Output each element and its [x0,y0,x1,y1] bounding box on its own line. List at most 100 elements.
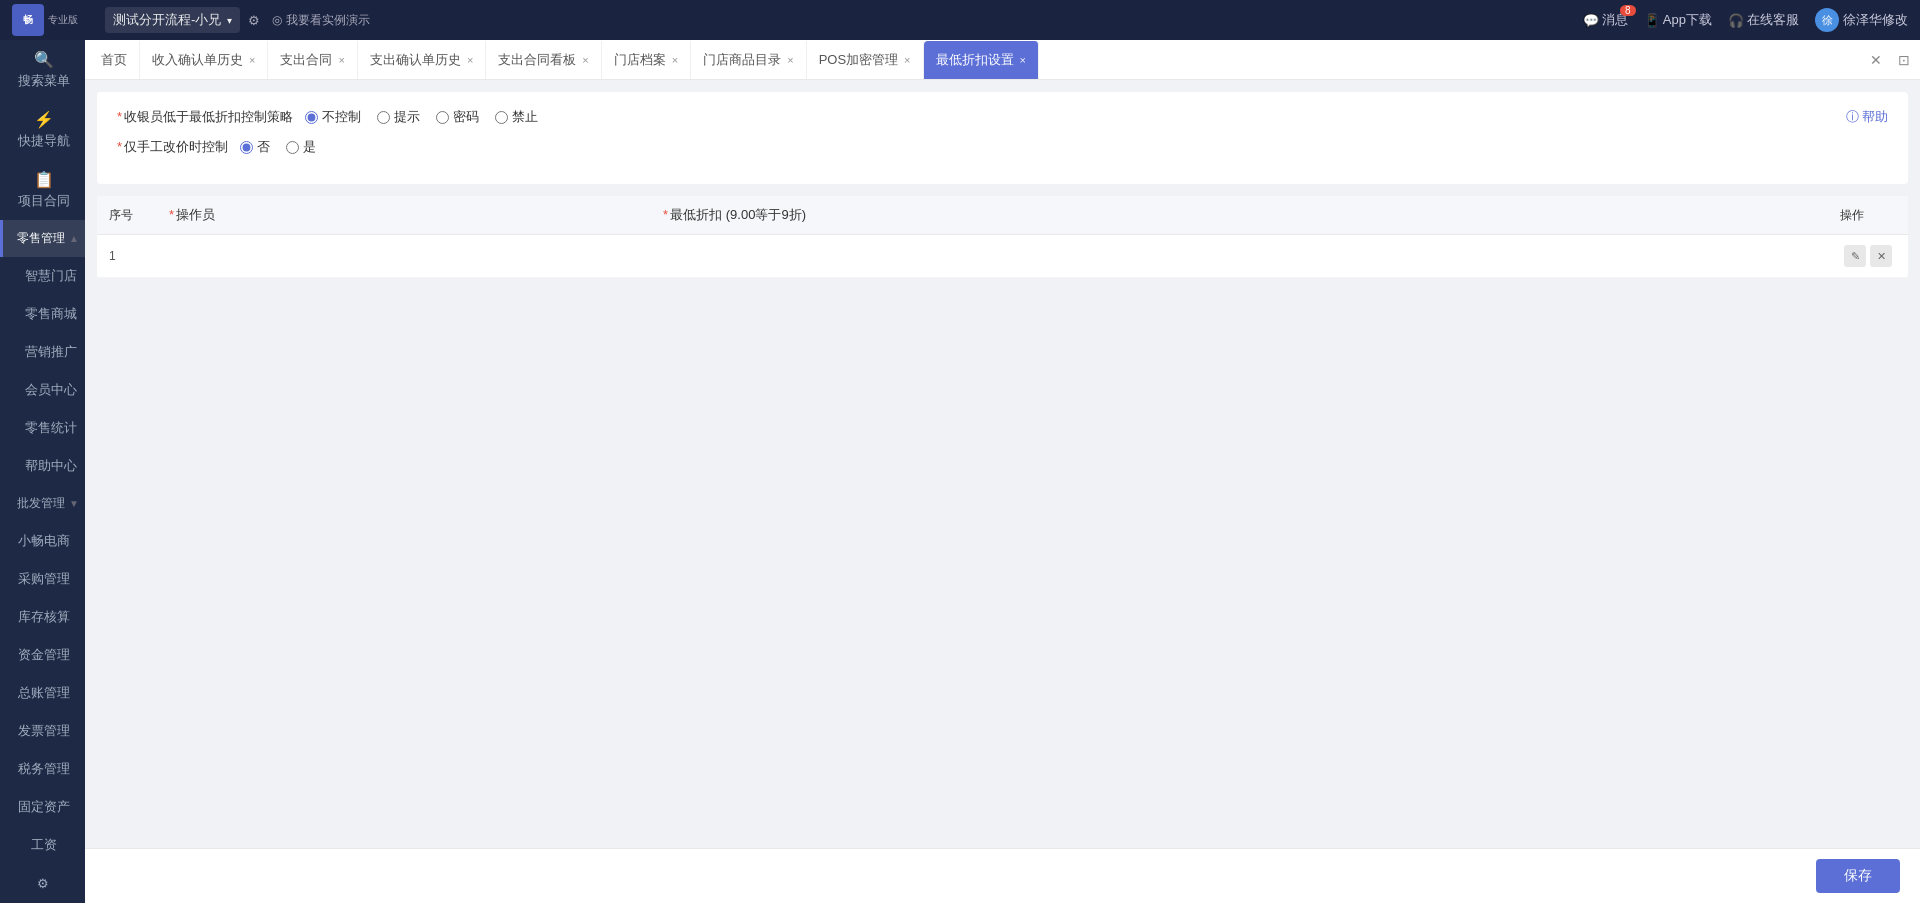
delete-btn[interactable]: ✕ [1870,245,1892,267]
tab-expand-btn[interactable]: ⊡ [1892,50,1916,70]
discount-required: * [663,207,668,222]
sidebar-label-purchase: 采购管理 [18,570,70,588]
table-row: 1 ✎ ✕ [97,235,1908,278]
radio-forbidden[interactable] [495,111,508,124]
settings-gear-icon: ⚙ [37,876,49,891]
top-bar: 畅 专业版 测试分开流程-小兄 ▾ ⚙ 我要看实例演示 💬 消息 8 📱 App… [0,0,1920,40]
download-icon: 📱 [1644,13,1660,28]
sidebar-label-finance: 资金管理 [18,646,70,664]
tab-actions: ✕ ⊡ [1864,50,1916,70]
app-download-label: App下载 [1663,11,1712,29]
sidebar-item-project[interactable]: 📋 项目合同 [0,160,85,220]
option-no-control[interactable]: 不控制 [305,108,361,126]
help-button[interactable]: ⓘ 帮助 [1846,108,1888,126]
tab-store-products-label: 门店商品目录 [703,51,781,69]
shortcut-icon: ⚡ [34,110,54,129]
control-policy-options: 不控制 提示 密码 禁止 [305,108,538,126]
sidebar-item-smart-store[interactable]: 智慧门店 [0,257,85,295]
app-download-btn[interactable]: 📱 App下载 [1644,11,1712,29]
messages-btn[interactable]: 💬 消息 8 [1583,11,1628,29]
col-header-seq: 序号 [97,196,157,235]
user-menu[interactable]: 徐 徐泽华修改 [1815,8,1908,32]
sidebar-item-tax[interactable]: 税务管理 [0,750,85,788]
radio-no[interactable] [240,141,253,154]
sidebar-item-fixed-assets[interactable]: 固定资产 [0,788,85,826]
sidebar-item-ecommerce[interactable]: 小畅电商 [0,522,85,560]
tab-min-discount[interactable]: 最低折扣设置 × [924,41,1039,79]
sidebar-item-inventory[interactable]: 库存核算 [0,598,85,636]
demo-link[interactable]: 我要看实例演示 [272,12,370,29]
option-password[interactable]: 密码 [436,108,479,126]
tab-store-profile-close[interactable]: × [672,54,678,66]
sidebar-item-finance[interactable]: 资金管理 [0,636,85,674]
sidebar-item-help[interactable]: 帮助中心 [0,447,85,485]
option-forbidden[interactable]: 禁止 [495,108,538,126]
option-no-label: 否 [257,138,270,156]
support-icon: 🎧 [1728,13,1744,28]
tab-payment-confirm[interactable]: 支出确认单历史 × [358,41,486,79]
sidebar-item-search[interactable]: 🔍 搜索菜单 [0,40,85,100]
save-button[interactable]: 保存 [1816,859,1900,893]
col-header-discount: *最低折扣 (9.00等于9折) [651,196,1828,235]
sidebar-settings-btn[interactable]: ⚙ [0,864,85,903]
tab-payment-board[interactable]: 支出合同看板 × [486,41,601,79]
sidebar: 🔍 搜索菜单 ⚡ 快捷导航 📋 项目合同 零售管理 ▲ 智慧门店 零售商城 营销… [0,40,85,903]
tab-close-btn[interactable]: ✕ [1864,50,1888,70]
option-yes[interactable]: 是 [286,138,316,156]
sidebar-item-invoice[interactable]: 发票管理 [0,712,85,750]
tab-store-products[interactable]: 门店商品目录 × [691,41,806,79]
option-remind[interactable]: 提示 [377,108,420,126]
control-policy-label: *收银员低于最低折扣控制策略 [117,108,293,126]
sidebar-item-payroll[interactable]: 工资 [0,826,85,864]
dropdown-arrow-icon: ▾ [227,15,232,26]
sidebar-item-purchase[interactable]: 采购管理 [0,560,85,598]
col-header-operator: *操作员 [157,196,651,235]
required-marker: * [117,109,122,124]
radio-password[interactable] [436,111,449,124]
radio-remind[interactable] [377,111,390,124]
sidebar-item-shortcut[interactable]: ⚡ 快捷导航 [0,100,85,160]
project-name: 测试分开流程-小兄 [113,11,221,29]
sidebar-label-marketing: 营销推广 [25,343,77,361]
tab-payment-contract-label: 支出合同 [280,51,332,69]
tab-min-discount-label: 最低折扣设置 [936,51,1014,69]
sidebar-item-online-store[interactable]: 零售商城 [0,295,85,333]
sidebar-item-wholesale[interactable]: 批发管理 ▼ [0,485,85,522]
radio-no-control[interactable] [305,111,318,124]
tab-payment-confirm-close[interactable]: × [467,54,473,66]
tab-income-confirm[interactable]: 收入确认单历史 × [140,41,268,79]
sidebar-label-invoice: 发票管理 [18,722,70,740]
project-selector[interactable]: 测试分开流程-小兄 ▾ [105,7,240,33]
cell-seq: 1 [97,235,157,278]
tab-store-profile[interactable]: 门店档案 × [602,41,691,79]
sidebar-item-accounting[interactable]: 总账管理 [0,674,85,712]
radio-yes[interactable] [286,141,299,154]
sidebar-item-member[interactable]: 会员中心 [0,371,85,409]
tab-payment-contract-close[interactable]: × [338,54,344,66]
sidebar-label-retail: 零售管理 [17,230,65,247]
tab-payment-contract[interactable]: 支出合同 × [268,41,357,79]
tab-min-discount-close[interactable]: × [1020,54,1026,66]
tab-pos-password[interactable]: POS加密管理 × [807,41,924,79]
settings-icon[interactable]: ⚙ [248,13,260,28]
avatar: 徐 [1815,8,1839,32]
tab-home[interactable]: 首页 [89,41,140,79]
tab-payment-board-close[interactable]: × [582,54,588,66]
chevron-down-icon: ▼ [69,498,79,509]
search-icon: 🔍 [34,50,54,69]
sidebar-item-marketing[interactable]: 营销推广 [0,333,85,371]
content-area: 首页 收入确认单历史 × 支出合同 × 支出确认单历史 × 支出合同看板 × 门… [85,40,1920,903]
edit-btn[interactable]: ✎ [1844,245,1866,267]
online-support-btn[interactable]: 🎧 在线客服 [1728,11,1799,29]
sidebar-label-shortcut: 快捷导航 [18,132,70,150]
tab-pos-password-close[interactable]: × [904,54,910,66]
sidebar-label-help: 帮助中心 [25,457,77,475]
sidebar-label-ecommerce: 小畅电商 [18,532,70,550]
option-forbidden-label: 禁止 [512,108,538,126]
sidebar-item-retail-stats[interactable]: 零售统计 [0,409,85,447]
sidebar-item-retail[interactable]: 零售管理 ▲ [0,220,85,257]
tab-income-confirm-close[interactable]: × [249,54,255,66]
col-header-action: 操作 [1828,196,1908,235]
tab-store-products-close[interactable]: × [787,54,793,66]
option-no[interactable]: 否 [240,138,270,156]
